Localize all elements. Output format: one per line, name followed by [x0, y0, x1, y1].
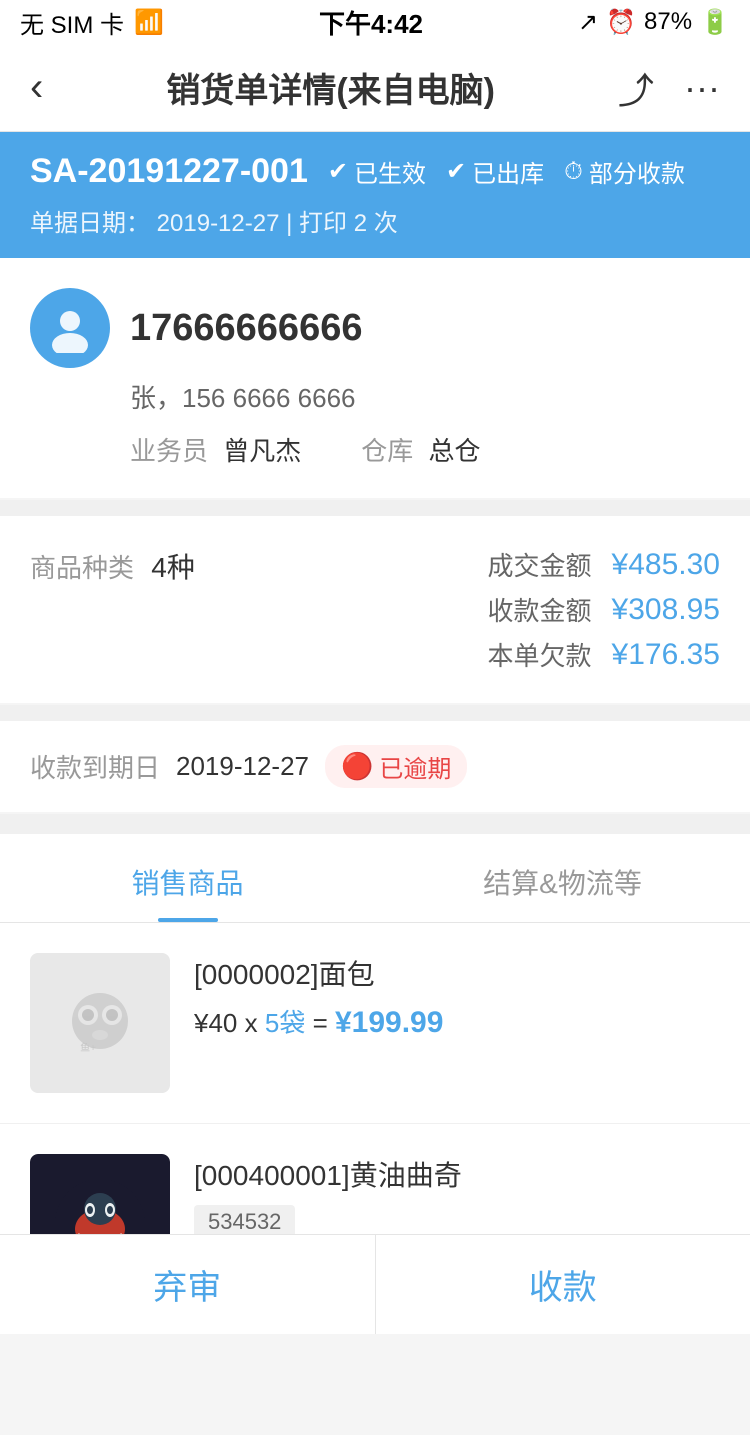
due-date-section: 收款到期日 2019-12-27 🔴 已逾期 — [0, 721, 750, 812]
received-label: 收款金额 — [488, 591, 592, 628]
customer-sub-info: 张，156 6666 6666 — [130, 378, 720, 415]
divider-1 — [0, 500, 750, 516]
amount-row: 成交金额 ¥485.30 — [488, 546, 720, 583]
status-right: ↗ ⏰ 87% 🔋 — [578, 8, 730, 37]
order-id: SA-20191227-001 — [30, 152, 308, 191]
svg-text:鱼+: 鱼+ — [80, 1041, 96, 1054]
customer-section: 17666666666 张，156 6666 6666 业务员 曾凡杰 仓库 总… — [0, 258, 750, 498]
received-value: ¥308.95 — [612, 593, 720, 627]
location-icon: ↗ — [578, 8, 598, 37]
price-total-1: ¥199.99 — [335, 1006, 443, 1039]
product-name-2: [000400001]黄油曲奇 — [194, 1154, 720, 1194]
nav-right-actions: ⤴ ··· — [618, 62, 720, 114]
page-title: 销货单详情(来自电脑) — [166, 63, 495, 112]
sales-label: 业务员 — [130, 436, 208, 466]
status-left: 无 SIM 卡 📶 — [20, 5, 164, 40]
date-label: 单据日期： — [30, 210, 150, 237]
bottom-bar: 弃审 收款 — [0, 1234, 750, 1334]
cancel-review-button[interactable]: 弃审 — [0, 1235, 376, 1334]
customer-meta: 业务员 曾凡杰 仓库 总仓 — [130, 431, 720, 468]
battery-icon: 🔋 — [700, 8, 730, 37]
product-type-info: 商品种类 4种 — [30, 546, 195, 586]
alarm-icon: ⏰ — [606, 8, 636, 37]
check-icon: ✔ — [328, 157, 348, 186]
overdue-icon: 🔴 — [341, 751, 373, 782]
clock-icon: ⏱ — [564, 158, 583, 186]
price-base-1: ¥40 — [194, 1008, 237, 1038]
order-header: SA-20191227-001 ✔ 已生效 ✔ 已出库 ⏱ 部分收款 单据日期：… — [0, 132, 750, 258]
product-name-1: [0000002]面包 — [194, 953, 720, 993]
status-badge-partial: ⏱ 部分收款 — [564, 154, 685, 189]
product-thumbnail-1: 鱼+ — [30, 953, 170, 1093]
sales-info: 业务员 曾凡杰 — [130, 431, 301, 468]
check-icon2: ✔ — [446, 157, 466, 186]
avatar — [30, 288, 110, 368]
status-time: 下午4:42 — [319, 4, 423, 41]
owed-label: 本单欠款 — [488, 636, 592, 673]
product-info-1: [0000002]面包 ¥40 x 5袋 = ¥199.99 — [194, 953, 720, 1040]
owed-row: 本单欠款 ¥176.35 — [488, 636, 720, 673]
sales-name: 曾凡杰 — [223, 436, 301, 466]
summary-section: 商品种类 4种 成交金额 ¥485.30 收款金额 ¥308.95 本单欠款 ¥… — [0, 516, 750, 703]
status-badge-effective: ✔ 已生效 — [328, 154, 426, 189]
collect-payment-button[interactable]: 收款 — [376, 1235, 750, 1334]
print-unit: 次 — [374, 210, 398, 237]
bottom-spacer — [0, 1325, 750, 1435]
overdue-badge: 🔴 已逾期 — [325, 745, 467, 788]
tab-products[interactable]: 销售商品 — [0, 834, 375, 922]
back-button[interactable]: ‹ — [30, 65, 43, 110]
share-button[interactable]: ⤴ — [618, 62, 654, 114]
customer-phone: 17666666666 — [130, 307, 362, 350]
more-button[interactable]: ··· — [684, 67, 720, 109]
warehouse-info: 仓库 总仓 — [361, 431, 480, 468]
nav-bar: ‹ 销货单详情(来自电脑) ⤴ ··· — [0, 44, 750, 132]
owed-value: ¥176.35 — [612, 638, 720, 672]
status-bar: 无 SIM 卡 📶 下午4:42 ↗ ⏰ 87% 🔋 — [0, 0, 750, 44]
print-label: 打印 — [299, 210, 347, 237]
due-date-value: 2019-12-27 — [176, 751, 309, 782]
overdue-label: 已逾期 — [379, 749, 451, 784]
tab-bar: 销售商品 结算&物流等 — [0, 834, 750, 923]
list-item: 鱼+ [0000002]面包 ¥40 x 5袋 = ¥199.99 — [0, 923, 750, 1124]
tab-settlement[interactable]: 结算&物流等 — [375, 834, 750, 922]
amount-label: 成交金额 — [488, 546, 592, 583]
divider-2 — [0, 705, 750, 721]
warehouse-name: 总仓 — [429, 436, 481, 466]
signal-icon: 无 SIM 卡 — [20, 5, 124, 40]
amount-value: ¥485.30 — [612, 548, 720, 582]
battery-level: 87% — [644, 8, 692, 36]
type-value: 4种 — [151, 552, 195, 583]
status-badge-shipped: ✔ 已出库 — [446, 154, 544, 189]
price-qty-1: 5袋 — [265, 1008, 305, 1038]
due-label: 收款到期日 — [30, 748, 160, 785]
amount-summary: 成交金额 ¥485.30 收款金额 ¥308.95 本单欠款 ¥176.35 — [488, 546, 720, 673]
order-date: 2019-12-27 — [157, 210, 280, 237]
wifi-icon: 📶 — [134, 8, 164, 37]
print-count: 2 — [354, 210, 367, 237]
product-price-1: ¥40 x 5袋 = ¥199.99 — [194, 1003, 720, 1040]
order-date-row: 单据日期： 2019-12-27 | 打印 2 次 — [30, 203, 720, 238]
divider-3 — [0, 814, 750, 834]
type-label: 商品种类 — [30, 553, 134, 583]
warehouse-label: 仓库 — [361, 436, 413, 466]
product-image-1: 鱼+ — [30, 953, 170, 1093]
received-row: 收款金额 ¥308.95 — [488, 591, 720, 628]
